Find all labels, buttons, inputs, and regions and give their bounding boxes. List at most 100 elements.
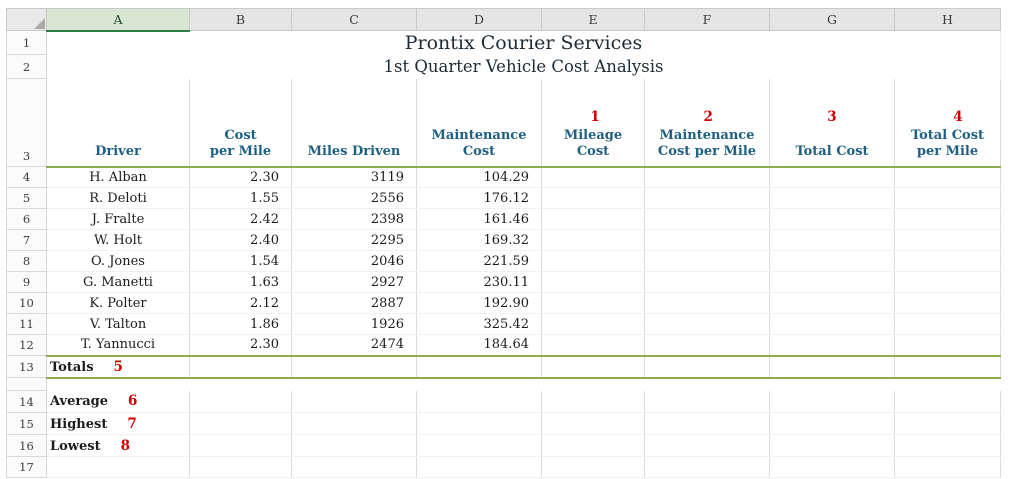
header-mileage-cost[interactable]: 1 Mileage Cost xyxy=(541,78,645,168)
column-header-b[interactable]: B xyxy=(189,8,292,31)
cell-maintenance-cost[interactable]: 221.59 xyxy=(416,250,542,272)
cell-driver[interactable]: R. Deloti xyxy=(46,187,190,209)
cell-miles-driven[interactable]: 2474 xyxy=(291,334,417,356)
cell[interactable] xyxy=(894,208,1001,230)
row-header-2[interactable]: 2 xyxy=(6,54,47,79)
cell[interactable] xyxy=(769,229,895,251)
cell[interactable] xyxy=(644,208,770,230)
cell[interactable] xyxy=(416,412,542,435)
average-label-cell[interactable]: Average 6 xyxy=(46,390,190,413)
row-header-1[interactable]: 1 xyxy=(6,30,47,55)
row-header-5[interactable]: 5 xyxy=(6,187,47,209)
cell[interactable] xyxy=(644,250,770,272)
cell[interactable] xyxy=(541,166,645,188)
cell[interactable] xyxy=(644,412,770,435)
column-header-f[interactable]: F xyxy=(644,8,770,31)
cell[interactable] xyxy=(644,390,770,413)
cell-cost-per-mile[interactable]: 1.86 xyxy=(189,313,292,335)
lowest-label-cell[interactable]: Lowest 8 xyxy=(46,434,190,457)
row-header-7[interactable]: 7 xyxy=(6,229,47,251)
cell-miles-driven[interactable]: 2927 xyxy=(291,271,417,293)
cell[interactable] xyxy=(769,250,895,272)
cell[interactable] xyxy=(541,208,645,230)
cell[interactable] xyxy=(541,434,645,457)
row-header-17[interactable]: 17 xyxy=(6,456,47,478)
cell[interactable] xyxy=(894,250,1001,272)
cell[interactable] xyxy=(644,456,770,478)
cell-miles-driven[interactable]: 2046 xyxy=(291,250,417,272)
cell-driver[interactable]: V. Talton xyxy=(46,313,190,335)
cell[interactable] xyxy=(769,166,895,188)
header-miles-driven[interactable]: Miles Driven xyxy=(291,78,417,168)
row-header-6[interactable]: 6 xyxy=(6,208,47,230)
cell[interactable] xyxy=(541,187,645,209)
column-header-c[interactable]: C xyxy=(291,8,417,31)
cell[interactable] xyxy=(189,412,292,435)
cell[interactable] xyxy=(769,334,895,356)
cell[interactable] xyxy=(189,434,292,457)
select-all-corner[interactable] xyxy=(6,8,47,31)
cell[interactable] xyxy=(894,166,1001,188)
cell[interactable] xyxy=(644,187,770,209)
cell[interactable] xyxy=(769,434,895,457)
cell[interactable] xyxy=(189,456,292,478)
cell[interactable] xyxy=(644,354,770,379)
cell[interactable] xyxy=(769,412,895,435)
cell[interactable] xyxy=(541,412,645,435)
column-header-e[interactable]: E xyxy=(541,8,645,31)
cell-cost-per-mile[interactable]: 1.54 xyxy=(189,250,292,272)
cell-miles-driven[interactable]: 2295 xyxy=(291,229,417,251)
cell[interactable] xyxy=(894,434,1001,457)
cell-cost-per-mile[interactable]: 2.40 xyxy=(189,229,292,251)
header-total-cost[interactable]: 3 Total Cost xyxy=(769,78,895,168)
cell[interactable] xyxy=(769,354,895,379)
row-header-13[interactable]: 13 xyxy=(6,355,47,378)
cell-cost-per-mile[interactable]: 1.55 xyxy=(189,187,292,209)
cell[interactable] xyxy=(189,354,292,379)
cell[interactable] xyxy=(541,271,645,293)
cell[interactable] xyxy=(541,354,645,379)
cell[interactable] xyxy=(894,456,1001,478)
cell-cost-per-mile[interactable]: 2.30 xyxy=(189,166,292,188)
cell[interactable] xyxy=(541,456,645,478)
cell[interactable] xyxy=(644,434,770,457)
cell[interactable] xyxy=(416,434,542,457)
cell[interactable] xyxy=(541,229,645,251)
cell-miles-driven[interactable]: 2398 xyxy=(291,208,417,230)
cell-driver[interactable]: J. Fralte xyxy=(46,208,190,230)
cell-driver[interactable]: W. Holt xyxy=(46,229,190,251)
cell[interactable] xyxy=(894,390,1001,413)
cell[interactable] xyxy=(291,434,417,457)
row-header-4[interactable]: 4 xyxy=(6,166,47,188)
row-header-12[interactable]: 12 xyxy=(6,334,47,356)
cell[interactable] xyxy=(769,313,895,335)
column-header-d[interactable]: D xyxy=(416,8,542,31)
cell-miles-driven[interactable]: 2887 xyxy=(291,292,417,314)
cell[interactable] xyxy=(769,456,895,478)
cell[interactable] xyxy=(291,390,417,413)
cell[interactable] xyxy=(644,292,770,314)
cell[interactable] xyxy=(541,390,645,413)
cell-maintenance-cost[interactable]: 176.12 xyxy=(416,187,542,209)
cell-cost-per-mile[interactable]: 2.30 xyxy=(189,334,292,356)
cell[interactable] xyxy=(416,354,542,379)
cell-maintenance-cost[interactable]: 184.64 xyxy=(416,334,542,356)
row-header-9[interactable]: 9 xyxy=(6,271,47,293)
row-header-10[interactable]: 10 xyxy=(6,292,47,314)
cell[interactable] xyxy=(769,208,895,230)
cell-cost-per-mile[interactable]: 2.12 xyxy=(189,292,292,314)
column-header-g[interactable]: G xyxy=(769,8,895,31)
cell-driver[interactable]: G. Manetti xyxy=(46,271,190,293)
cell[interactable] xyxy=(769,390,895,413)
cell[interactable] xyxy=(644,166,770,188)
cell-miles-driven[interactable]: 3119 xyxy=(291,166,417,188)
row-header-11[interactable]: 11 xyxy=(6,313,47,335)
cell-maintenance-cost[interactable]: 325.42 xyxy=(416,313,542,335)
cell[interactable] xyxy=(894,354,1001,379)
cell[interactable] xyxy=(769,271,895,293)
cell[interactable] xyxy=(644,271,770,293)
cell-maintenance-cost[interactable]: 230.11 xyxy=(416,271,542,293)
cell-driver[interactable]: T. Yannucci xyxy=(46,334,190,356)
cell[interactable] xyxy=(644,229,770,251)
cell[interactable] xyxy=(541,292,645,314)
